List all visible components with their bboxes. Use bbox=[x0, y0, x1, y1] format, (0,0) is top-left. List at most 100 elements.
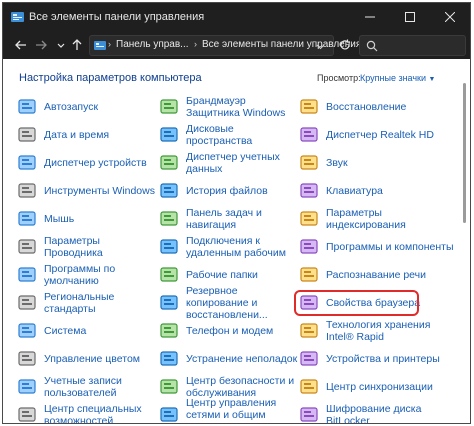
highlight-frame bbox=[294, 290, 419, 316]
control-panel-item[interactable]: Восстановление bbox=[299, 93, 457, 121]
firewall-icon bbox=[159, 97, 179, 117]
control-panel-item[interactable]: Брандмауэр Защитника Windows bbox=[159, 93, 299, 121]
control-panel-item-label[interactable]: Устранение неполадок bbox=[186, 353, 297, 365]
control-panel-item-label[interactable]: Учетные записи пользователей bbox=[44, 375, 159, 399]
user-accounts-icon bbox=[17, 377, 37, 397]
control-panel-item-label[interactable]: Диспетчер Realtek HD bbox=[326, 129, 434, 141]
control-panel-item-label[interactable]: Рабочие папки bbox=[186, 269, 258, 281]
recovery-icon bbox=[299, 97, 319, 117]
control-panel-item[interactable]: Центр специальных возможностей bbox=[17, 401, 159, 423]
control-panel-item[interactable]: Панель задач и навигация bbox=[159, 205, 299, 233]
control-panel-item[interactable]: Дисковые пространства bbox=[159, 121, 299, 149]
control-panel-item-label[interactable]: Диспетчер устройств bbox=[44, 157, 147, 169]
control-panel-item-label[interactable]: Параметры Проводника bbox=[44, 235, 159, 259]
maximize-button[interactable] bbox=[390, 3, 430, 31]
control-panel-item-label[interactable]: Управление цветом bbox=[44, 353, 140, 365]
control-panel-item[interactable]: Программы по умолчанию bbox=[17, 261, 159, 289]
control-panel-item[interactable]: Диспетчер Realtek HD bbox=[299, 121, 457, 149]
search-input[interactable] bbox=[359, 35, 466, 56]
page-title: Настройка параметров компьютера bbox=[19, 72, 202, 84]
arrow-left-icon bbox=[15, 40, 26, 50]
control-panel-item-label[interactable]: Мышь bbox=[44, 213, 74, 225]
control-panel-item-label[interactable]: Центр безопасности и обслуживания bbox=[186, 375, 299, 399]
control-panel-item[interactable]: Диспетчер устройств bbox=[17, 149, 159, 177]
forward-button[interactable] bbox=[33, 37, 49, 53]
scrollbar[interactable] bbox=[462, 63, 467, 415]
control-panel-item[interactable]: Звук bbox=[299, 149, 457, 177]
control-panel-item[interactable]: Региональные стандарты bbox=[17, 289, 159, 317]
close-button[interactable] bbox=[430, 3, 470, 31]
up-button[interactable] bbox=[69, 37, 85, 53]
minimize-button[interactable] bbox=[350, 3, 390, 31]
control-panel-item[interactable]: Параметры Проводника bbox=[17, 233, 159, 261]
control-panel-app-icon bbox=[11, 12, 24, 22]
control-panel-item-label[interactable]: Распознавание речи bbox=[326, 269, 426, 281]
view-by-dropdown[interactable]: Крупные значки ▼ bbox=[360, 73, 435, 83]
control-panel-item-label[interactable]: История файлов bbox=[186, 185, 268, 197]
control-panel-item-label[interactable]: Клавиатура bbox=[326, 185, 383, 197]
control-panel-item-label[interactable]: Дата и время bbox=[44, 129, 109, 141]
recent-locations-button[interactable] bbox=[53, 37, 69, 53]
control-panel-item-label[interactable]: Диспетчер учетных данных bbox=[186, 151, 299, 175]
control-panel-item[interactable]: Свойства браузера bbox=[294, 289, 457, 317]
control-panel-item[interactable]: Автозапуск bbox=[17, 93, 159, 121]
refresh-button[interactable] bbox=[337, 37, 353, 53]
control-panel-item[interactable]: Учетные записи пользователей bbox=[17, 373, 159, 401]
control-panel-item-label[interactable]: Звук bbox=[326, 157, 348, 169]
control-panel-item-label[interactable]: Шифрование диска BitLocker bbox=[326, 403, 457, 423]
control-panel-item-label[interactable]: Центр управления сетями и общим доступом bbox=[186, 397, 299, 423]
chevron-right-icon: › bbox=[194, 39, 197, 49]
control-panel-item[interactable]: Система bbox=[17, 317, 159, 345]
arrow-right-icon bbox=[36, 40, 47, 50]
scrollbar-thumb[interactable] bbox=[463, 83, 466, 223]
control-panel-item-label[interactable]: Параметры индексирования bbox=[326, 207, 457, 231]
control-panel-item-label[interactable]: Система bbox=[44, 325, 86, 337]
control-panel-item-label[interactable]: Дисковые пространства bbox=[186, 123, 299, 147]
default-programs-icon bbox=[17, 265, 37, 285]
control-panel-item-label[interactable]: Устройства и принтеры bbox=[326, 353, 440, 365]
control-panel-item[interactable]: Устранение неполадок bbox=[159, 345, 299, 373]
control-panel-item-label[interactable]: Центр синхронизации bbox=[326, 381, 433, 393]
control-panel-item[interactable]: Устройства и принтеры bbox=[299, 345, 457, 373]
control-panel-item-label[interactable]: Программы по умолчанию bbox=[44, 263, 159, 287]
sync-center-icon bbox=[299, 377, 319, 397]
control-panel-item[interactable]: Технология хранения Intel® Rapid bbox=[299, 317, 457, 345]
close-icon bbox=[445, 12, 455, 22]
network-sharing-icon bbox=[159, 405, 179, 423]
control-panel-item[interactable]: Дата и время bbox=[17, 121, 159, 149]
control-panel-item[interactable]: Программы и компоненты bbox=[299, 233, 457, 261]
back-button[interactable] bbox=[13, 37, 29, 53]
control-panel-item[interactable]: Инструменты Windows bbox=[17, 177, 159, 205]
control-panel-item[interactable]: Подключения к удаленным рабочим bbox=[159, 233, 299, 261]
control-panel-item[interactable]: Клавиатура bbox=[299, 177, 457, 205]
control-panel-item-label[interactable]: Технология хранения Intel® Rapid bbox=[326, 319, 457, 343]
control-panel-item-label[interactable]: Региональные стандарты bbox=[44, 291, 159, 315]
control-panel-item-label[interactable]: Программы и компоненты bbox=[326, 241, 454, 253]
control-panel-item[interactable]: Центр синхронизации bbox=[299, 373, 457, 401]
control-panel-item-label[interactable]: Восстановление bbox=[326, 101, 406, 113]
taskbar-icon bbox=[159, 209, 179, 229]
control-panel-item-label[interactable]: Подключения к удаленным рабочим bbox=[186, 235, 299, 259]
speech-recognition-icon bbox=[299, 265, 319, 285]
control-panel-item[interactable]: Телефон и модем bbox=[159, 317, 299, 345]
control-panel-item-label[interactable]: Центр специальных возможностей bbox=[44, 403, 159, 423]
control-panel-item[interactable]: История файлов bbox=[159, 177, 299, 205]
address-bar[interactable]: › Панель управ... › Все элементы панели … bbox=[89, 35, 364, 56]
control-panel-item-label[interactable]: Телефон и модем bbox=[186, 325, 273, 337]
control-panel-item[interactable]: Параметры индексирования bbox=[299, 205, 457, 233]
chevron-down-icon[interactable] bbox=[316, 42, 325, 51]
control-panel-item[interactable]: Шифрование диска BitLocker bbox=[299, 401, 457, 423]
control-panel-item-label[interactable]: Резервное копирование и восстановлени... bbox=[186, 285, 299, 321]
control-panel-item[interactable]: Мышь bbox=[17, 205, 159, 233]
control-panel-item[interactable]: Диспетчер учетных данных bbox=[159, 149, 299, 177]
control-panel-item[interactable]: Резервное копирование и восстановлени... bbox=[159, 285, 299, 321]
control-panel-item[interactable]: Центр управления сетями и общим доступом bbox=[159, 397, 299, 423]
control-panel-item-label[interactable]: Панель задач и навигация bbox=[186, 207, 299, 231]
view-by-value[interactable]: Крупные значки bbox=[360, 73, 426, 83]
control-panel-item-label[interactable]: Автозапуск bbox=[44, 101, 98, 113]
control-panel-item[interactable]: Распознавание речи bbox=[299, 261, 457, 289]
control-panel-item-label[interactable]: Инструменты Windows bbox=[44, 185, 155, 197]
control-panel-item-label[interactable]: Брандмауэр Защитника Windows bbox=[186, 95, 299, 119]
breadcrumb-control-panel[interactable]: Панель управ... bbox=[116, 39, 189, 50]
control-panel-item[interactable]: Управление цветом bbox=[17, 345, 159, 373]
